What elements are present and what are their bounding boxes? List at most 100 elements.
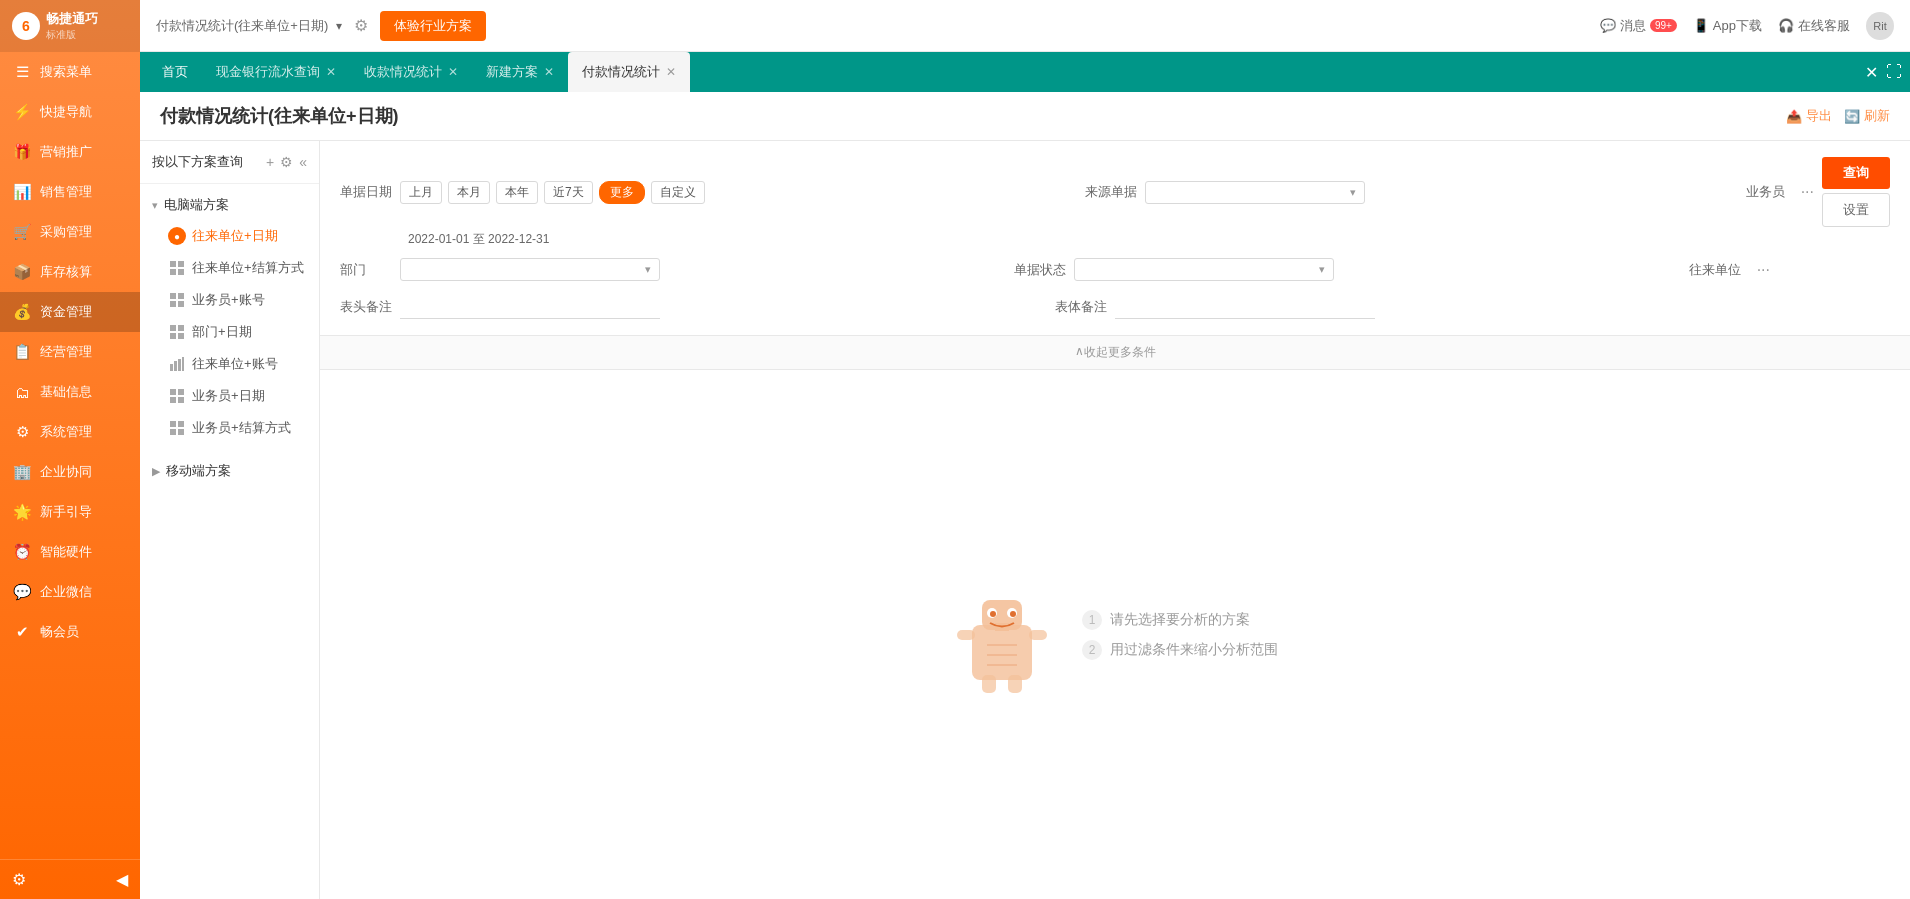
mobile-group-title[interactable]: ▶ 移动端方案 xyxy=(140,456,319,486)
sidebar-item-member[interactable]: ✔ 畅会员 xyxy=(0,612,140,652)
sidebar-item-wechat[interactable]: 💬 企业微信 xyxy=(0,572,140,612)
body-note-input[interactable] xyxy=(1115,295,1375,319)
tab-close-new-plan[interactable]: ✕ xyxy=(544,65,554,79)
desktop-arrow-icon: ▾ xyxy=(152,199,158,212)
sidebar-item-finance[interactable]: 💰 资金管理 xyxy=(0,292,140,332)
member-icon: ✔ xyxy=(12,622,32,642)
tab-bank-flow[interactable]: 现金银行流水查询 ✕ xyxy=(202,52,350,92)
scheme-item-active-icon: ● xyxy=(168,227,186,245)
sidebar-item-quick-nav[interactable]: ⚡ 快捷导航 xyxy=(0,92,140,132)
app-download-item[interactable]: 📱 App下载 xyxy=(1693,17,1762,35)
source-label: 来源单据 xyxy=(1085,183,1137,201)
sidebar-item-label: 企业协同 xyxy=(40,463,92,481)
scheme-settings-icon[interactable]: ⚙ xyxy=(280,154,293,170)
scheme-item-partner-account[interactable]: 往来单位+账号 xyxy=(140,348,319,380)
content-area: 按以下方案查询 + ⚙ « ▾ 电脑端方案 ● 往来单位+日期 xyxy=(140,141,1910,899)
tip-num-2: 2 xyxy=(1082,640,1102,660)
sidebar-item-search-menu[interactable]: ☰ 搜索菜单 xyxy=(0,52,140,92)
tab-close-all-icon[interactable]: ✕ xyxy=(1865,63,1878,82)
scheme-item-partner-settle[interactable]: 往来单位+结算方式 xyxy=(140,252,319,284)
tab-payment-stats[interactable]: 付款情况统计 ✕ xyxy=(568,52,690,92)
svg-rect-24 xyxy=(972,625,1032,680)
source-dropdown-icon: ▾ xyxy=(1350,186,1356,199)
scheme-item-staff-account[interactable]: 业务员+账号 xyxy=(140,284,319,316)
svg-rect-7 xyxy=(178,301,184,307)
grid-icon-2 xyxy=(168,291,186,309)
tab-fullscreen-icon[interactable]: ⛶ xyxy=(1886,63,1902,81)
sidebar-item-basic-info[interactable]: 🗂 基础信息 xyxy=(0,372,140,412)
sidebar-item-sales[interactable]: 📊 销售管理 xyxy=(0,172,140,212)
tab-close-bank-flow[interactable]: ✕ xyxy=(326,65,336,79)
collapse-bar[interactable]: ∧ 收起更多条件 xyxy=(320,336,1910,370)
sidebar-item-label: 搜索菜单 xyxy=(40,63,92,81)
message-item[interactable]: 💬 消息 99+ xyxy=(1600,17,1677,35)
status-label: 单据状态 xyxy=(1014,261,1066,279)
basic-info-icon: 🗂 xyxy=(12,382,32,402)
svg-rect-18 xyxy=(170,397,176,403)
service-item[interactable]: 🎧 在线客服 xyxy=(1778,17,1850,35)
scheme-add-icon[interactable]: + xyxy=(266,154,274,170)
svg-rect-11 xyxy=(178,333,184,339)
date-btn-this-year[interactable]: 本年 xyxy=(496,181,538,204)
scheme-item-staff-date[interactable]: 业务员+日期 xyxy=(140,380,319,412)
date-options: 上月 本月 本年 近7天 更多 自定义 xyxy=(400,181,705,204)
topbar-title: 付款情况统计(往来单位+日期) xyxy=(156,17,328,35)
status-select[interactable]: ▾ xyxy=(1074,258,1334,281)
date-btn-more[interactable]: 更多 xyxy=(599,181,645,204)
sidebar-item-enterprise[interactable]: 🏢 企业协同 xyxy=(0,452,140,492)
salesperson-dots[interactable]: ··· xyxy=(1801,183,1814,201)
partner-dots[interactable]: ··· xyxy=(1757,261,1770,279)
logo-text: 畅捷通巧 xyxy=(46,10,98,28)
date-btn-custom[interactable]: 自定义 xyxy=(651,181,705,204)
trial-button[interactable]: 体验行业方案 xyxy=(380,11,486,41)
svg-point-30 xyxy=(1010,611,1016,617)
body-note-label: 表体备注 xyxy=(1055,298,1107,316)
tab-home[interactable]: 首页 xyxy=(148,52,202,92)
sidebar-item-inventory[interactable]: 📦 库存核算 xyxy=(0,252,140,292)
scheme-item-partner-date[interactable]: ● 往来单位+日期 xyxy=(140,220,319,252)
bottom-settings-icon[interactable]: ⚙ xyxy=(12,870,26,889)
sidebar-item-label: 快捷导航 xyxy=(40,103,92,121)
sidebar-nav: ☰ 搜索菜单 ⚡ 快捷导航 🎁 营销推广 📊 销售管理 🛒 采购管理 📦 库存核… xyxy=(0,52,140,859)
topbar-settings-icon[interactable]: ⚙ xyxy=(354,16,368,35)
sidebar-logo: 6 畅捷通巧 标准版 xyxy=(0,0,140,52)
sidebar-item-purchase[interactable]: 🛒 采购管理 xyxy=(0,212,140,252)
export-button[interactable]: 📤 导出 xyxy=(1786,107,1832,125)
svg-rect-19 xyxy=(178,397,184,403)
scheme-item-staff-settle[interactable]: 业务员+结算方式 xyxy=(140,412,319,444)
header-note-input[interactable] xyxy=(400,295,660,319)
source-select[interactable]: ▾ xyxy=(1145,181,1365,204)
sidebar-item-marketing[interactable]: 🎁 营销推广 xyxy=(0,132,140,172)
desktop-group-title[interactable]: ▾ 电脑端方案 xyxy=(140,190,319,220)
tab-new-plan[interactable]: 新建方案 ✕ xyxy=(472,52,568,92)
topbar-dropdown-icon[interactable]: ▾ xyxy=(336,19,342,33)
date-btn-last-month[interactable]: 上月 xyxy=(400,181,442,204)
svg-rect-14 xyxy=(178,359,181,371)
tabbar-right: ✕ ⛶ xyxy=(1865,63,1902,82)
purchase-icon: 🛒 xyxy=(12,222,32,242)
scheme-collapse-icon[interactable]: « xyxy=(299,154,307,170)
sidebar-item-guide[interactable]: 🌟 新手引导 xyxy=(0,492,140,532)
bottom-collapse-icon[interactable]: ◀ xyxy=(116,870,128,889)
date-btn-7days[interactable]: 近7天 xyxy=(544,181,593,204)
svg-rect-9 xyxy=(178,325,184,331)
dept-select[interactable]: ▾ xyxy=(400,258,660,281)
service-icon: 🎧 xyxy=(1778,18,1794,33)
mobile-arrow-icon: ▶ xyxy=(152,465,160,478)
sidebar-item-operation[interactable]: 📋 经营管理 xyxy=(0,332,140,372)
query-button[interactable]: 查询 xyxy=(1822,157,1890,189)
user-avatar[interactable]: Rit xyxy=(1866,12,1894,40)
settings-button[interactable]: 设置 xyxy=(1822,193,1890,227)
tab-close-receipt-stats[interactable]: ✕ xyxy=(448,65,458,79)
tab-receipt-stats[interactable]: 收款情况统计 ✕ xyxy=(350,52,472,92)
refresh-button[interactable]: 🔄 刷新 xyxy=(1844,107,1890,125)
empty-texts: 1 请先选择要分析的方案 2 用过滤条件来缩小分析范围 xyxy=(1082,610,1278,660)
sidebar-item-system[interactable]: ⚙ 系统管理 xyxy=(0,412,140,452)
svg-rect-8 xyxy=(170,325,176,331)
tab-close-payment-stats[interactable]: ✕ xyxy=(666,65,676,79)
sidebar-item-hardware[interactable]: ⏰ 智能硬件 xyxy=(0,532,140,572)
scheme-item-dept-date[interactable]: 部门+日期 xyxy=(140,316,319,348)
svg-rect-2 xyxy=(170,269,176,275)
date-btn-this-month[interactable]: 本月 xyxy=(448,181,490,204)
filter-row-2: 部门 ▾ 单据状态 ▾ 往来单位 ··· xyxy=(340,258,1890,281)
